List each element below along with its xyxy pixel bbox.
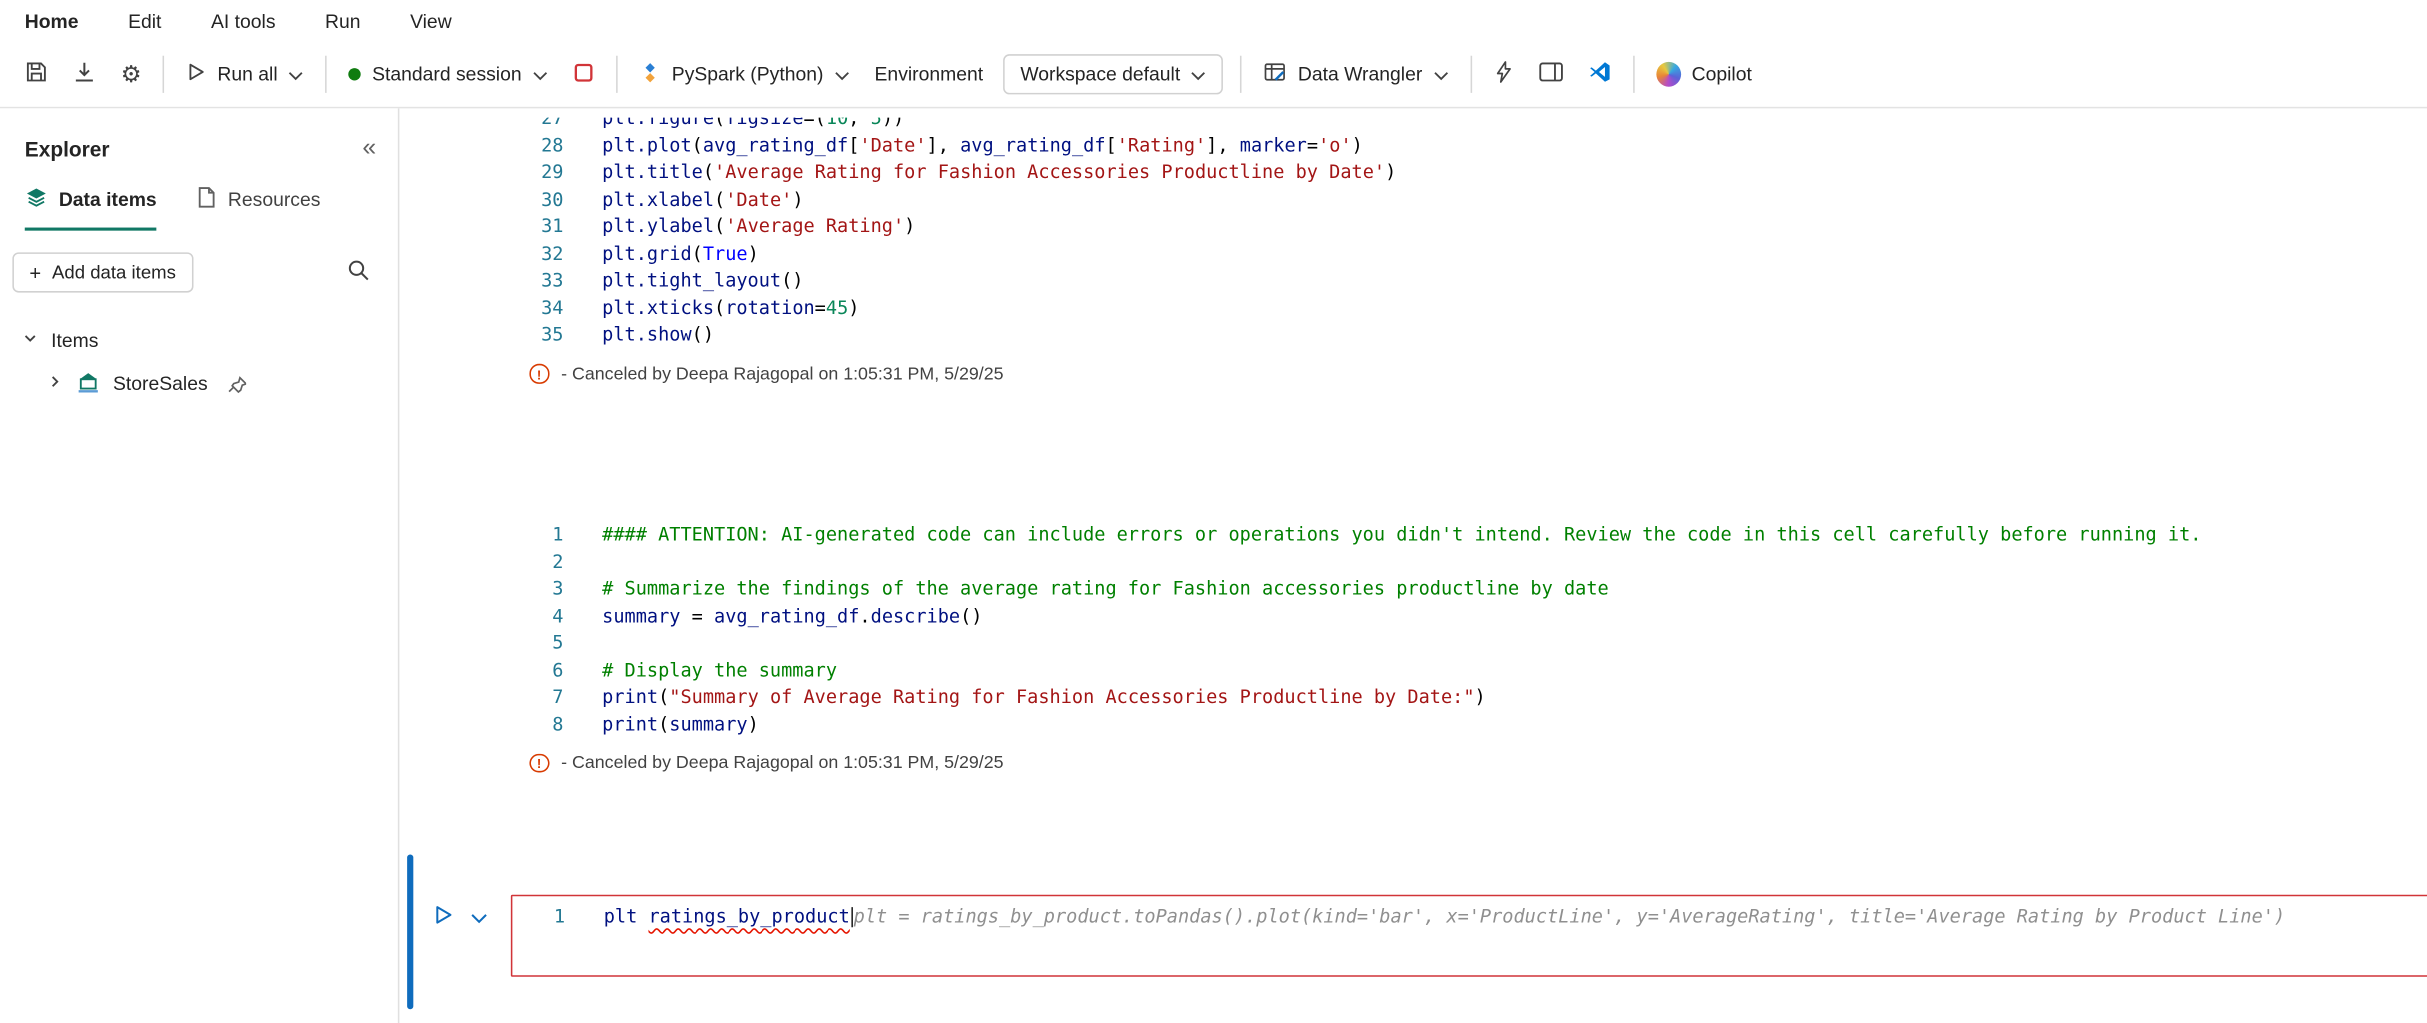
cell-1-status: ! - Canceled by Deepa Rajagopal on 1:05:… <box>511 357 2427 391</box>
data-wrangler-label: Data Wrangler <box>1297 63 1423 86</box>
toolbar-divider <box>325 55 328 93</box>
lightning-icon <box>1493 60 1513 88</box>
vscode-button[interactable] <box>1577 51 1622 97</box>
chevron-down-icon <box>532 63 548 85</box>
chevron-down-icon <box>1191 63 1206 85</box>
workspace-picker[interactable]: Workspace default <box>1003 54 1224 95</box>
toolbar-divider <box>616 55 618 93</box>
panel-layout-button[interactable] <box>1528 53 1574 96</box>
settings-button[interactable]: ⚙ <box>110 53 152 95</box>
cell-options-button[interactable] <box>471 906 488 929</box>
workspace-label: Workspace default <box>1020 63 1181 86</box>
code-editor-2[interactable]: 1 #### ATTENTION: AI-generated code can i… <box>511 522 2427 739</box>
data-wrangler-icon <box>1264 60 1287 88</box>
stop-icon <box>573 61 595 87</box>
canceled-warning-icon: ! <box>529 364 549 384</box>
export-button[interactable] <box>62 51 107 97</box>
resources-icon <box>197 186 217 214</box>
panel-icon <box>1538 62 1563 87</box>
code-editor-1[interactable]: 27 plt.figure(figsize=(10, 5)) 28 plt.plot(… <box>511 118 2427 349</box>
sidebar-header: Explorer « <box>0 108 398 161</box>
tab-resources[interactable]: Resources <box>197 186 320 231</box>
tab-data-items[interactable]: Data items <box>24 186 157 231</box>
environment-label: Environment <box>874 63 984 86</box>
tab-data-items-label: Data items <box>58 188 157 211</box>
toolbar: ⚙ Run all Standard session PySpark (Pyth… <box>0 41 2427 109</box>
canceled-warning-icon: ! <box>529 753 549 773</box>
tree-item-storesales[interactable]: StoreSales <box>0 364 398 404</box>
add-data-items-row: + Add data items <box>12 252 373 293</box>
gear-icon: ⚙ <box>120 61 142 88</box>
search-button[interactable] <box>344 255 373 289</box>
language-label: PySpark (Python) <box>671 63 824 86</box>
session-status-dot-icon <box>348 68 362 81</box>
plus-icon: + <box>29 260 42 285</box>
add-data-items-label: Add data items <box>52 261 176 284</box>
cell-2-status: ! - Canceled by Deepa Rajagopal on 1:05:… <box>511 746 2427 780</box>
copilot-icon <box>1656 61 1681 87</box>
sidebar-title: Explorer <box>24 136 110 161</box>
session-label: Standard session <box>372 63 522 86</box>
menu-run[interactable]: Run <box>300 1 385 41</box>
chevron-down-icon <box>289 63 304 85</box>
notebook-canvas: 27 plt.figure(figsize=(10, 5)) 28 plt.plot(… <box>400 117 2427 1023</box>
copilot-label: Copilot <box>1691 63 1752 86</box>
menu-ai-tools[interactable]: AI tools <box>186 1 300 41</box>
lakehouse-icon <box>76 369 101 398</box>
add-data-items-button[interactable]: + Add data items <box>12 252 193 293</box>
run-all-icon <box>186 62 206 87</box>
save-button[interactable] <box>14 51 59 97</box>
session-picker[interactable]: Standard session <box>338 54 559 94</box>
code-cell-1: 27 plt.figure(figsize=(10, 5)) 28 plt.plot(… <box>511 118 2427 391</box>
menu-view[interactable]: View <box>385 1 476 41</box>
cell-3-controls <box>432 904 488 930</box>
tree-items-label: Items <box>51 329 99 352</box>
run-cell-button[interactable] <box>432 904 454 930</box>
code-cell-3-active: 1 plt ratings_by_product plt = ratings_by_… <box>510 894 2427 977</box>
run-all-label: Run all <box>217 63 278 86</box>
explorer-sidebar: Explorer « Data items Resources + Add da… <box>0 108 400 1023</box>
explorer-tree: Items StoreSales <box>0 320 398 404</box>
menu-bar: Home Edit AI tools Run View <box>0 0 2427 42</box>
search-icon <box>347 259 370 287</box>
toolbar-divider <box>1632 55 1635 93</box>
chevron-down-icon <box>1433 63 1448 85</box>
cell-2-status-text: - Canceled by Deepa Rajagopal on 1:05:31… <box>561 753 1004 773</box>
chevron-down-icon <box>834 63 849 85</box>
vscode-icon <box>1588 60 1611 88</box>
language-picker[interactable]: PySpark (Python) <box>628 52 860 97</box>
notebook-app: Home Edit AI tools Run View ⚙ Run all St… <box>0 0 2427 1023</box>
pin-icon[interactable] <box>226 374 247 394</box>
collapse-sidebar-button[interactable]: « <box>362 135 376 161</box>
cell-1-status-text: - Canceled by Deepa Rajagopal on 1:05:31… <box>561 364 1004 384</box>
chevron-down-icon <box>471 906 488 929</box>
save-icon <box>25 60 48 88</box>
toolbar-divider <box>163 55 165 93</box>
pyspark-icon <box>639 61 661 87</box>
chevron-right-icon <box>46 373 63 395</box>
chevron-down-icon <box>22 330 39 352</box>
copilot-button[interactable]: Copilot <box>1645 53 1763 96</box>
tab-resources-label: Resources <box>227 188 321 211</box>
download-icon <box>73 60 96 88</box>
run-cell-icon <box>432 904 454 930</box>
toolbar-divider <box>1470 55 1472 93</box>
code-cell-2: 1 #### ATTENTION: AI-generated code can i… <box>511 509 2427 780</box>
tree-item-items[interactable]: Items <box>0 320 398 360</box>
sidebar-tabs: Data items Resources <box>0 161 398 231</box>
environment-button[interactable]: Environment <box>864 54 994 94</box>
data-items-icon <box>25 186 48 214</box>
toolbar-divider <box>1240 55 1243 93</box>
active-cell-indicator <box>407 854 413 1010</box>
quick-actions-button[interactable] <box>1483 51 1525 97</box>
run-all-button[interactable]: Run all <box>176 53 315 96</box>
data-wrangler-button[interactable]: Data Wrangler <box>1253 51 1459 97</box>
stop-session-button[interactable] <box>562 52 605 97</box>
tree-storesales-label: StoreSales <box>113 373 208 395</box>
code-editor-3[interactable]: 1 plt ratings_by_product plt = ratings_by_… <box>512 904 2427 931</box>
menu-edit[interactable]: Edit <box>103 1 186 41</box>
menu-home[interactable]: Home <box>0 1 103 41</box>
